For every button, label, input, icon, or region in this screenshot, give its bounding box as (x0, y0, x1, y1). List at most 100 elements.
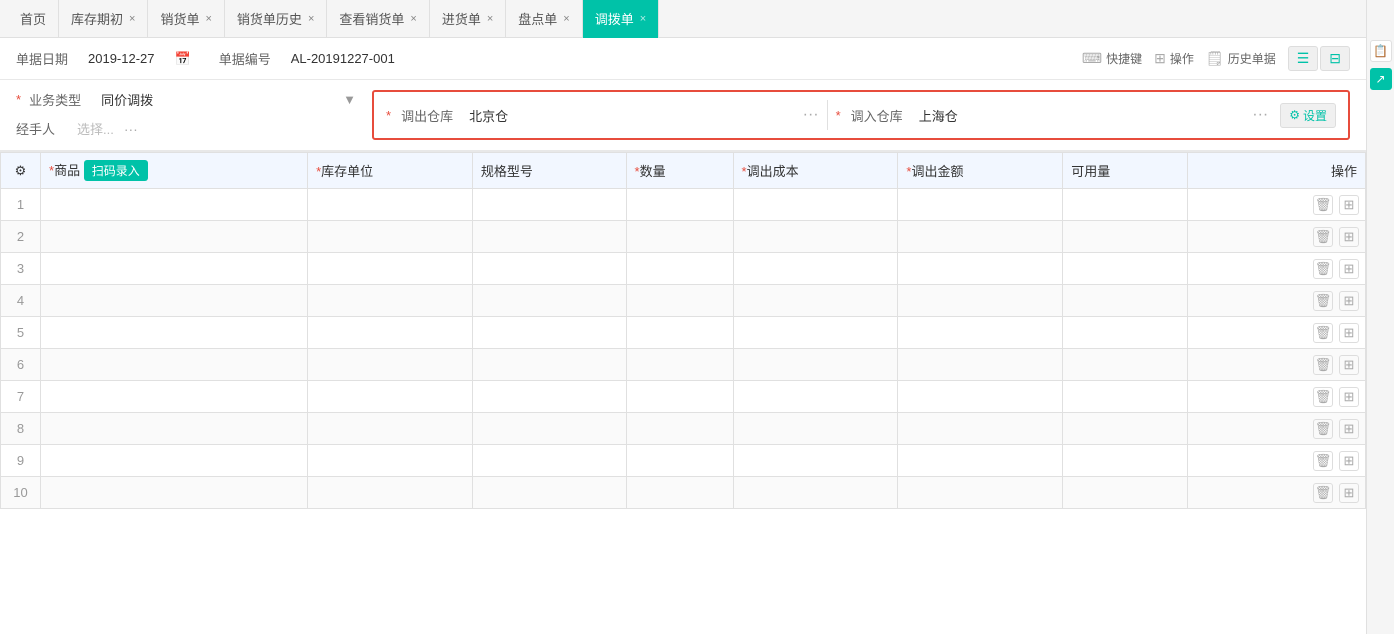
cell-available[interactable] (1063, 445, 1188, 477)
shortcut-button[interactable]: ⌨ 快捷键 (1082, 50, 1142, 67)
copy-row-button[interactable]: ⊞ (1339, 195, 1359, 215)
cell-unit[interactable] (308, 317, 473, 349)
cell-product[interactable] (41, 317, 308, 349)
cell-qty[interactable] (626, 253, 733, 285)
cell-unit[interactable] (308, 381, 473, 413)
cell-spec[interactable] (472, 285, 626, 317)
cell-amount[interactable] (898, 285, 1063, 317)
cell-spec[interactable] (472, 413, 626, 445)
history-button[interactable]: 🗒 历史单据 (1206, 50, 1276, 67)
cell-spec[interactable] (472, 253, 626, 285)
col-gear[interactable]: ⚙ (1, 153, 41, 189)
cell-amount[interactable] (898, 253, 1063, 285)
tab-view-sales[interactable]: 查看销货单 × (327, 0, 429, 38)
copy-row-button[interactable]: ⊞ (1339, 355, 1359, 375)
cell-amount[interactable] (898, 381, 1063, 413)
cell-available[interactable] (1063, 285, 1188, 317)
tab-sales-order[interactable]: 销货单 × (148, 0, 224, 38)
cell-product[interactable] (41, 477, 308, 509)
cell-amount[interactable] (898, 221, 1063, 253)
cell-available[interactable] (1063, 189, 1188, 221)
cell-spec[interactable] (472, 317, 626, 349)
tab-purchase[interactable]: 进货单 × (430, 0, 506, 38)
calendar-icon[interactable]: 📅 (175, 51, 191, 67)
dropdown-arrow-icon[interactable]: ▼ (343, 92, 356, 107)
cell-amount[interactable] (898, 349, 1063, 381)
cell-available[interactable] (1063, 349, 1188, 381)
cell-amount[interactable] (898, 317, 1063, 349)
cell-spec[interactable] (472, 477, 626, 509)
cell-cost[interactable] (733, 189, 898, 221)
cell-qty[interactable] (626, 381, 733, 413)
cell-amount[interactable] (898, 445, 1063, 477)
cell-amount[interactable] (898, 413, 1063, 445)
tab-close-sales-history[interactable]: × (308, 13, 314, 25)
copy-row-button[interactable]: ⊞ (1339, 323, 1359, 343)
cell-product[interactable] (41, 381, 308, 413)
cell-cost[interactable] (733, 445, 898, 477)
cell-unit[interactable] (308, 349, 473, 381)
scan-entry-button[interactable]: 扫码录入 (84, 160, 148, 181)
cell-unit[interactable] (308, 477, 473, 509)
cell-amount[interactable] (898, 477, 1063, 509)
cell-spec[interactable] (472, 221, 626, 253)
out-warehouse-more-icon[interactable]: ··· (803, 106, 819, 124)
copy-row-button[interactable]: ⊞ (1339, 387, 1359, 407)
cell-spec[interactable] (472, 189, 626, 221)
tab-inventory-count[interactable]: 盘点单 × (506, 0, 582, 38)
delete-row-button[interactable]: 🗑 (1313, 451, 1333, 471)
copy-row-button[interactable]: ⊞ (1339, 259, 1359, 279)
in-warehouse-more-icon[interactable]: ··· (1252, 106, 1268, 124)
cell-qty[interactable] (626, 349, 733, 381)
cell-product[interactable] (41, 253, 308, 285)
cell-spec[interactable] (472, 381, 626, 413)
cell-spec[interactable] (472, 349, 626, 381)
tab-inventory-init[interactable]: 库存期初 × (59, 0, 148, 38)
cell-unit[interactable] (308, 445, 473, 477)
copy-row-button[interactable]: ⊞ (1339, 483, 1359, 503)
sidebar-note-icon[interactable]: 📋 (1370, 40, 1392, 62)
delete-row-button[interactable]: 🗑 (1313, 227, 1333, 247)
cell-cost[interactable] (733, 285, 898, 317)
cell-spec[interactable] (472, 445, 626, 477)
copy-row-button[interactable]: ⊞ (1339, 419, 1359, 439)
tab-close-inventory-init[interactable]: × (129, 13, 135, 25)
settings-button[interactable]: ⚙ 设置 (1280, 103, 1336, 128)
cell-qty[interactable] (626, 317, 733, 349)
cell-product[interactable] (41, 349, 308, 381)
layout-btn-1[interactable]: ☰ (1288, 46, 1319, 71)
cell-unit[interactable] (308, 253, 473, 285)
tab-transfer[interactable]: 调拨单 × (583, 0, 659, 38)
delete-row-button[interactable]: 🗑 (1313, 291, 1333, 311)
operations-button[interactable]: ⊞ 操作 (1154, 50, 1194, 67)
cell-available[interactable] (1063, 253, 1188, 285)
delete-row-button[interactable]: 🗑 (1313, 195, 1333, 215)
cell-available[interactable] (1063, 381, 1188, 413)
cell-qty[interactable] (626, 221, 733, 253)
person-more-icon[interactable]: ··· (124, 121, 138, 137)
cell-cost[interactable] (733, 349, 898, 381)
cell-cost[interactable] (733, 413, 898, 445)
cell-unit[interactable] (308, 189, 473, 221)
delete-row-button[interactable]: 🗑 (1313, 323, 1333, 343)
cell-available[interactable] (1063, 221, 1188, 253)
cell-unit[interactable] (308, 221, 473, 253)
tab-home[interactable]: 首页 (8, 0, 59, 38)
sidebar-export-icon[interactable]: ↗ (1370, 68, 1392, 90)
cell-product[interactable] (41, 285, 308, 317)
delete-row-button[interactable]: 🗑 (1313, 483, 1333, 503)
delete-row-button[interactable]: 🗑 (1313, 419, 1333, 439)
cell-qty[interactable] (626, 285, 733, 317)
cell-qty[interactable] (626, 477, 733, 509)
tab-sales-history[interactable]: 销货单历史 × (225, 0, 327, 38)
person-input[interactable]: 选择... (77, 119, 114, 138)
layout-btn-2[interactable]: ⊟ (1320, 46, 1350, 71)
tab-close-sales-order[interactable]: × (205, 13, 211, 25)
cell-cost[interactable] (733, 317, 898, 349)
tab-close-transfer[interactable]: × (640, 13, 646, 25)
cell-unit[interactable] (308, 413, 473, 445)
cell-cost[interactable] (733, 253, 898, 285)
cell-product[interactable] (41, 221, 308, 253)
delete-row-button[interactable]: 🗑 (1313, 387, 1333, 407)
cell-product[interactable] (41, 413, 308, 445)
